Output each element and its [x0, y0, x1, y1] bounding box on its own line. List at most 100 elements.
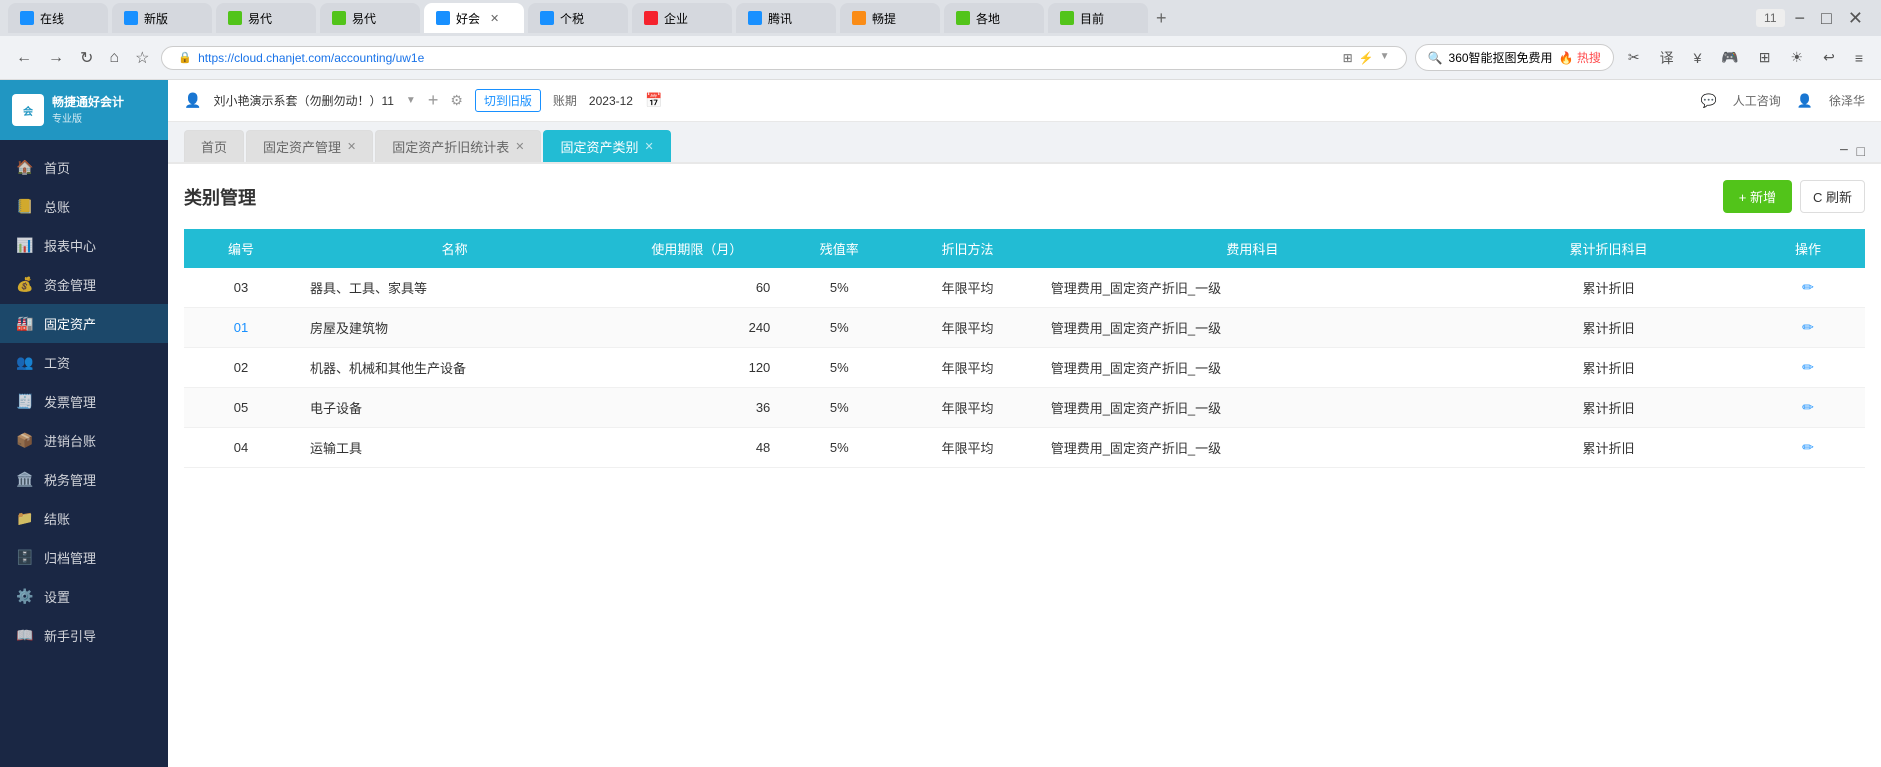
sidebar-item-fixed-assets[interactable]: 🏭 固定资产 [0, 304, 168, 343]
page-tab-category[interactable]: 固定资产类别 ✕ [543, 130, 670, 162]
payroll-icon: 👥 [16, 354, 34, 372]
grid-icon[interactable]: ⊞ [1753, 47, 1777, 68]
switch-version-button[interactable]: 切到旧版 [475, 89, 541, 112]
logo-text: 畅捷通好会计 [52, 95, 124, 111]
sidebar-item-home[interactable]: 🏠 首页 [0, 148, 168, 187]
tab-label-4: 易代 [352, 10, 376, 27]
tab-close-depreciation-table[interactable]: ✕ [515, 140, 524, 153]
sidebar-label-fixed-assets: 固定资产 [44, 314, 96, 333]
sidebar-item-ledger[interactable]: 📒 总账 [0, 187, 168, 226]
sidebar-item-payroll[interactable]: 👥 工资 [0, 343, 168, 382]
sidebar-item-archive[interactable]: 🗄️ 归档管理 [0, 538, 168, 577]
edit-button-3[interactable]: ✏ [1802, 359, 1814, 376]
edit-button-5[interactable]: ✏ [1802, 439, 1814, 456]
tab-close-category[interactable]: ✕ [645, 140, 654, 153]
browser-tab-zaixin[interactable]: 在线 [8, 3, 108, 33]
sidebar-item-tax[interactable]: 🏛️ 税务管理 [0, 460, 168, 499]
col-header-accum: 累计折旧科目 [1466, 229, 1751, 268]
browser-tab-tengxun[interactable]: 腾讯 [736, 3, 836, 33]
page-body: 类别管理 + 新增 C 刷新 编号 名称 使用期限（月） 残值率 折旧方法 [168, 164, 1881, 767]
page-minimize-button[interactable]: − [1839, 142, 1848, 160]
page-maximize-button[interactable]: □ [1857, 143, 1865, 159]
hot-search-label: 🔥 热搜 [1559, 49, 1601, 66]
logo-icon: 会 [12, 94, 44, 126]
cell-code-2: 01 [184, 308, 298, 348]
cell-name-5: 运输工具 [298, 428, 611, 468]
browser-tab-yidai2[interactable]: 易代 [320, 3, 420, 33]
sidebar-item-guide[interactable]: 📖 新手引导 [0, 616, 168, 655]
cell-code-3: 02 [184, 348, 298, 388]
brightness-icon[interactable]: ☀ [1785, 47, 1810, 68]
tab-close-fixed-assets-mgmt[interactable]: ✕ [347, 140, 356, 153]
browser-tab-qiye[interactable]: 企业 [632, 3, 732, 33]
browser-tab-muqian[interactable]: 目前 [1048, 3, 1148, 33]
address-dropdown-icon[interactable]: ▼ [1380, 51, 1390, 65]
col-header-period: 使用期限（月） [611, 229, 782, 268]
cell-expense-4: 管理费用_固定资产折旧_一级 [1039, 388, 1466, 428]
sidebar-menu: 🏠 首页 📒 总账 📊 报表中心 💰 资金管理 🏭 固定资产 👥 工资 [0, 140, 168, 767]
edit-button-4[interactable]: ✏ [1802, 399, 1814, 416]
edit-button-1[interactable]: ✏ [1802, 279, 1814, 296]
boost-icon[interactable]: ⚡ [1359, 51, 1374, 65]
cell-name-2: 房屋及建筑物 [298, 308, 611, 348]
forward-button[interactable]: → [44, 45, 68, 71]
address-input[interactable]: 🔒 https://cloud.chanjet.com/accounting/u… [161, 46, 1406, 70]
action-buttons: + 新增 C 刷新 [1723, 180, 1865, 213]
page-tab-depreciation-table[interactable]: 固定资产折旧统计表 ✕ [375, 130, 541, 162]
back-button[interactable]: ← [12, 45, 36, 71]
home-button[interactable]: ⌂ [105, 45, 123, 71]
settings-gear-button[interactable]: ⚙ [450, 92, 463, 109]
add-account-button[interactable]: + [428, 90, 439, 111]
table-row: 05 电子设备 36 5% 年限平均 管理费用_固定资产折旧_一级 累计折旧 ✏ [184, 388, 1865, 428]
site-info-icon[interactable]: ⊞ [1343, 51, 1353, 65]
tab-label-10: 各地 [976, 10, 1000, 27]
table-row: 03 器具、工具、家具等 60 5% 年限平均 管理费用_固定资产折旧_一级 累… [184, 268, 1865, 308]
sidebar-item-reports[interactable]: 📊 报表中心 [0, 226, 168, 265]
consult-label[interactable]: 人工咨询 [1733, 92, 1781, 109]
refresh-button[interactable]: C 刷新 [1800, 180, 1865, 213]
browser-tab-yidai1[interactable]: 易代 [216, 3, 316, 33]
browser-tab-gedi[interactable]: 各地 [944, 3, 1044, 33]
tab-home-label: 首页 [201, 137, 227, 156]
cell-expense-1: 管理费用_固定资产折旧_一级 [1039, 268, 1466, 308]
browser-tab-xinban[interactable]: 新版 [112, 3, 212, 33]
tab-favicon-2 [124, 11, 138, 25]
edit-button-2[interactable]: ✏ [1802, 319, 1814, 336]
undo-icon[interactable]: ↩ [1817, 47, 1841, 68]
browser-tab-geshui[interactable]: 个税 [528, 3, 628, 33]
menu-icon[interactable]: ≡ [1849, 48, 1869, 68]
page-title-bar: 类别管理 + 新增 C 刷新 [184, 180, 1865, 213]
minimize-button[interactable]: − [1789, 8, 1812, 29]
sidebar-item-settings[interactable]: ⚙️ 设置 [0, 577, 168, 616]
tab-favicon-8 [748, 11, 762, 25]
sidebar-item-funds[interactable]: 💰 资金管理 [0, 265, 168, 304]
translate-icon[interactable]: 译 [1654, 46, 1680, 70]
page-tab-fixed-assets-mgmt[interactable]: 固定资产管理 ✕ [246, 130, 373, 162]
browser-tab-haohui[interactable]: 好会 ✕ [424, 3, 524, 33]
scissors-icon[interactable]: ✂ [1622, 47, 1646, 68]
bookmark-button[interactable]: ☆ [131, 44, 153, 72]
sidebar-logo: 会 畅捷通好会计 专业版 [0, 80, 168, 140]
sidebar-item-close[interactable]: 📁 结账 [0, 499, 168, 538]
cell-period-3: 120 [611, 348, 782, 388]
search-box[interactable]: 🔍 360智能抠图免费用 🔥 热搜 [1415, 44, 1614, 71]
close-window-button[interactable]: ✕ [1842, 8, 1869, 29]
game-icon[interactable]: 🎮 [1715, 47, 1744, 68]
tab-label-8: 腾讯 [768, 10, 792, 27]
cell-method-4: 年限平均 [896, 388, 1038, 428]
page-tab-home[interactable]: 首页 [184, 130, 244, 162]
tab-label-5: 好会 [456, 10, 480, 27]
funds-icon: 💰 [16, 276, 34, 294]
browser-tab-changtai[interactable]: 畅提 [840, 3, 940, 33]
wallet-icon[interactable]: ¥ [1688, 48, 1708, 68]
reload-button[interactable]: ↻ [76, 44, 97, 72]
maximize-button[interactable]: □ [1815, 8, 1838, 29]
new-tab-button[interactable]: + [1152, 8, 1171, 29]
add-button[interactable]: + 新增 [1723, 180, 1792, 213]
browser-tab-close-5[interactable]: ✕ [490, 12, 499, 25]
account-dropdown-icon[interactable]: ▼ [406, 95, 416, 106]
sidebar-item-invoice[interactable]: 🧾 发票管理 [0, 382, 168, 421]
url-display: https://cloud.chanjet.com/accounting/uw1… [198, 51, 424, 65]
sidebar-item-inventory[interactable]: 📦 进销台账 [0, 421, 168, 460]
calendar-icon[interactable]: 📅 [645, 92, 662, 109]
